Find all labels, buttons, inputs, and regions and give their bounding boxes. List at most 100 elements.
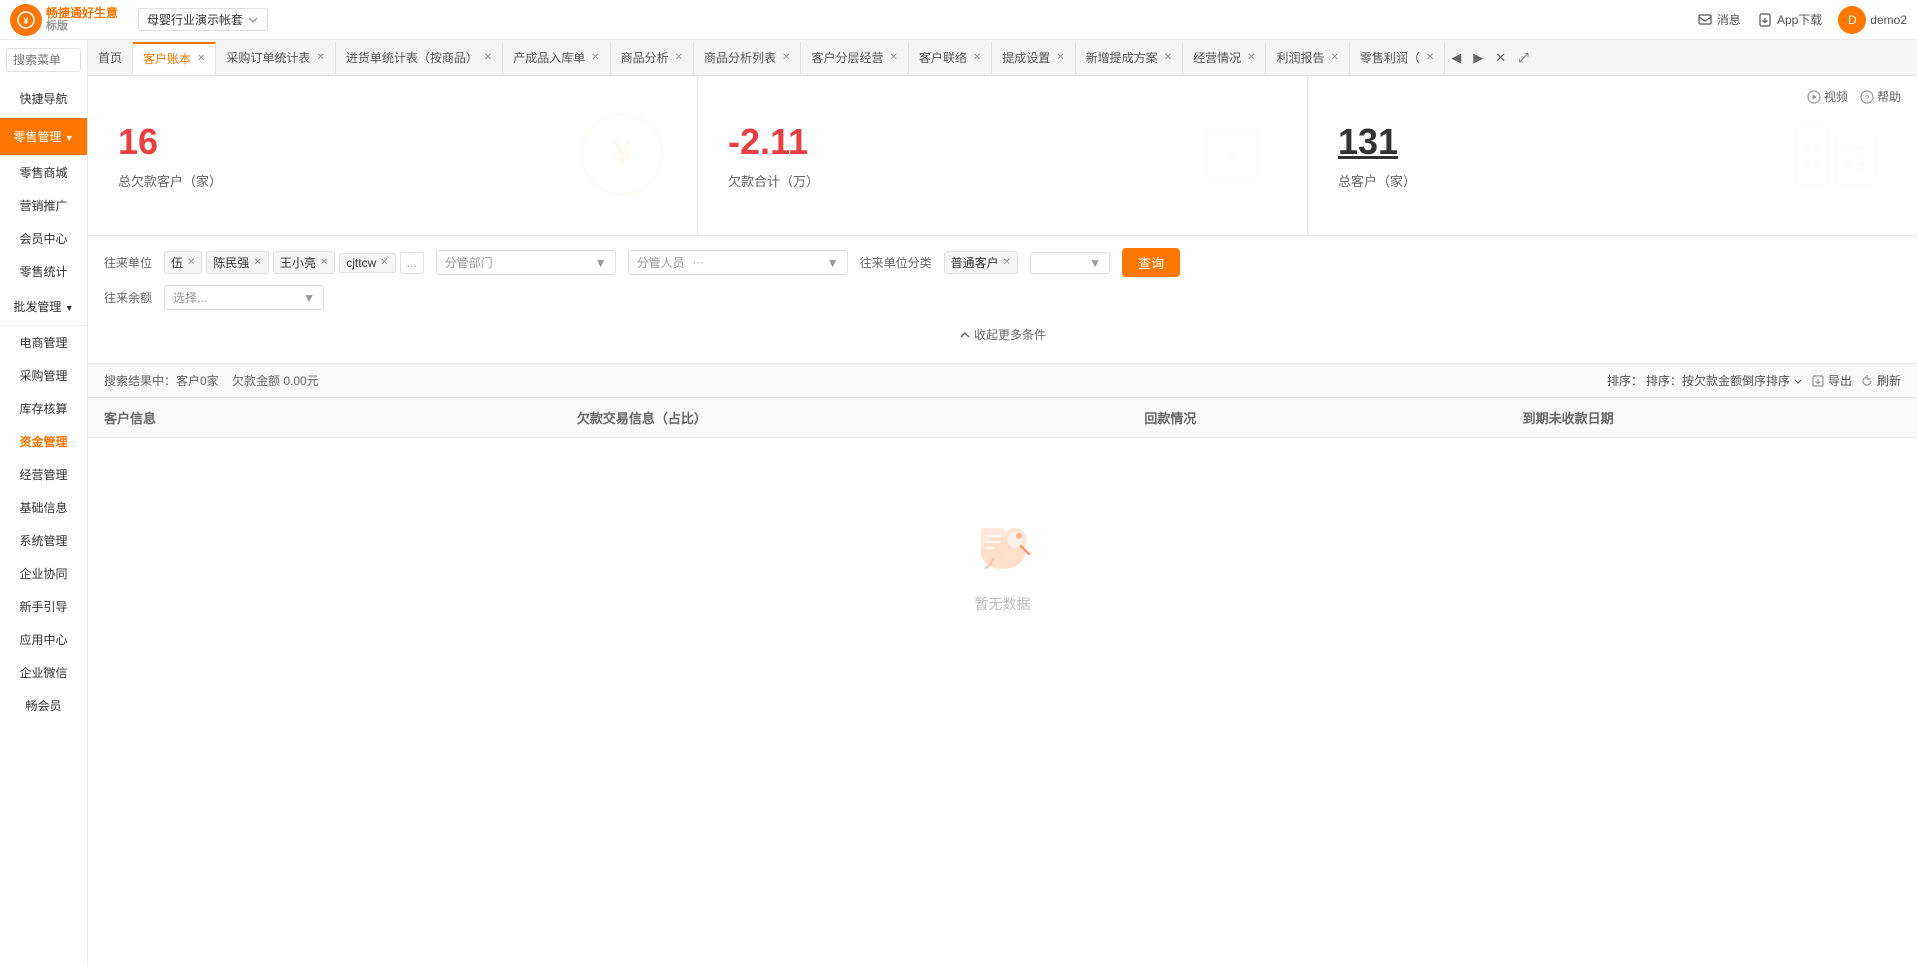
tab-incoming-stats[interactable]: 进货单统计表（按商品） ✕: [336, 42, 503, 74]
tab-close-profit[interactable]: ✕: [1331, 52, 1339, 63]
stat-bg-icon-2: +: [1187, 109, 1277, 202]
tab-close-boost-plan[interactable]: ✕: [1164, 52, 1172, 63]
svg-text:?: ?: [1865, 94, 1870, 103]
sort-button[interactable]: 排序： 排序：按欠款金额倒序排序: [1607, 372, 1803, 389]
svg-text:+: +: [1225, 140, 1239, 167]
video-link[interactable]: 视频: [1807, 88, 1848, 105]
filter-select-manager[interactable]: 分管人员 ··· ▼: [628, 250, 848, 275]
tab-customer-connect[interactable]: 客户联络 ✕: [909, 42, 992, 74]
search-input[interactable]: [6, 48, 81, 72]
sidebar-item-retail-mgmt[interactable]: 零售管理 ▼: [0, 118, 87, 156]
tab-close-retail-profit[interactable]: ✕: [1426, 52, 1434, 63]
sidebar-item-marketing[interactable]: 营销推广: [0, 189, 87, 222]
sidebar-item-purchase[interactable]: 采购管理: [0, 359, 87, 392]
sidebar-item-operation[interactable]: 经营管理: [0, 458, 87, 491]
sidebar-item-app-center[interactable]: 应用中心: [0, 623, 87, 656]
tab-close-all-btn[interactable]: ✕: [1489, 42, 1512, 74]
tab-boost-settings[interactable]: 提成设置 ✕: [992, 42, 1075, 74]
stat-value-total: 131: [1338, 121, 1416, 163]
message-btn[interactable]: 消息: [1697, 11, 1741, 28]
tab-operation-status[interactable]: 经营情况 ✕: [1183, 42, 1266, 74]
filter-label-unit-type: 往来单位分类: [860, 254, 932, 271]
filter-row-1: 往来单位 伍 ✕ 陈民强 ✕ 王小亮: [104, 248, 1901, 277]
app-container: ¥ 畅捷通好生意 标版 母婴行业演示帐套 消息 App下载 D: [0, 0, 1917, 966]
logo-icon: ¥: [10, 4, 42, 36]
tab-profit-report[interactable]: 利润报告 ✕: [1266, 42, 1349, 74]
stats-row: ¥ 16 总欠款客户（家） +: [88, 76, 1917, 236]
tab-home[interactable]: 首页: [88, 42, 133, 74]
sidebar-item-enterprise[interactable]: 企业协同: [0, 557, 87, 590]
collapse-button[interactable]: 收起更多条件: [959, 322, 1046, 347]
table-header-col-3: 回款情况: [1144, 408, 1522, 427]
stat-card-total: 视频 ? 帮助: [1308, 76, 1917, 235]
sidebar-item-quick-nav[interactable]: 快捷导航: [0, 80, 87, 118]
filter-tag-wu: 伍 ✕: [164, 251, 202, 274]
filter-tag-wang-close[interactable]: ✕: [320, 257, 328, 268]
stat-label-customers: 总欠款客户（家）: [118, 171, 222, 190]
sidebar-item-retail-stats[interactable]: 零售统计: [0, 255, 87, 288]
top-actions: 消息 App下载 D demo2: [1697, 6, 1907, 34]
sidebar-item-wholesale[interactable]: 批发管理 ▼: [0, 288, 87, 326]
tab-expand-btn[interactable]: ⤢: [1512, 42, 1534, 74]
filter-more-btn[interactable]: ...: [400, 252, 424, 274]
tab-close-product-list[interactable]: ✕: [782, 52, 790, 63]
sidebar-item-basic-info[interactable]: 基础信息: [0, 491, 87, 524]
tab-close-purchase[interactable]: ✕: [316, 52, 324, 63]
stat-bg-icon-3: [1787, 114, 1887, 197]
sidebar-item-member-center[interactable]: 会员中心: [0, 222, 87, 255]
tab-close-segment[interactable]: ✕: [889, 52, 897, 63]
filter-select-dept[interactable]: 分管部门 ▼: [436, 250, 616, 275]
tab-customer-book[interactable]: 客户账本 ✕: [133, 42, 216, 74]
tab-close-produce[interactable]: ✕: [591, 52, 599, 63]
top-bar: ¥ 畅捷通好生意 标版 母婴行业演示帐套 消息 App下载 D: [0, 0, 1917, 40]
tab-retail-profit[interactable]: 零售利润（ ✕: [1350, 42, 1445, 74]
tab-close-customer-book[interactable]: ✕: [197, 53, 205, 64]
tab-close-connect[interactable]: ✕: [973, 52, 981, 63]
tab-close-product-analysis[interactable]: ✕: [675, 52, 683, 63]
filter-tag-chen: 陈民强 ✕: [206, 251, 268, 274]
logo: ¥ 畅捷通好生意 标版: [10, 4, 118, 36]
tab-purchase-order-stats[interactable]: 采购订单统计表 ✕: [216, 42, 335, 74]
help-link[interactable]: ? 帮助: [1860, 88, 1901, 105]
sidebar-item-ecommerce[interactable]: 电商管理: [0, 326, 87, 359]
tab-prev-btn[interactable]: ◀: [1445, 42, 1467, 74]
sidebar-item-retail-store[interactable]: 零售商城: [0, 156, 87, 189]
sidebar-item-wechat[interactable]: 企业微信: [0, 656, 87, 689]
sidebar-item-vip[interactable]: 畅会员: [0, 689, 87, 722]
refresh-button[interactable]: 刷新: [1860, 372, 1901, 389]
tab-customer-segment[interactable]: 客户分层经营 ✕: [801, 42, 908, 74]
stat-label-debt: 欠款合计（万）: [728, 171, 819, 190]
svg-text:¥: ¥: [611, 131, 633, 172]
filter-tags-type: 普通客户 ✕: [944, 251, 1018, 274]
filter-collapse-row: 收起更多条件: [104, 318, 1901, 351]
query-button[interactable]: 查询: [1122, 248, 1180, 277]
filter-select-type-dropdown[interactable]: ▼: [1030, 252, 1110, 274]
account-dropdown[interactable]: 母婴行业演示帐套: [138, 8, 268, 31]
sidebar-item-system[interactable]: 系统管理: [0, 524, 87, 557]
filter-tag-chen-close[interactable]: ✕: [253, 257, 261, 268]
stat-info-2: -2.11 欠款合计（万）: [728, 121, 819, 190]
tab-product-analysis-list[interactable]: 商品分析列表 ✕: [694, 42, 801, 74]
app-download-btn[interactable]: App下载: [1757, 11, 1822, 28]
filter-tag-wu-close[interactable]: ✕: [187, 257, 195, 268]
tab-close-boost[interactable]: ✕: [1056, 52, 1064, 63]
user-avatar: D: [1838, 6, 1866, 34]
sidebar-item-capital[interactable]: 资金管理: [0, 425, 87, 458]
tab-close-incoming[interactable]: ✕: [484, 52, 492, 63]
sidebar-item-inventory[interactable]: 库存核算: [0, 392, 87, 425]
table-container: 客户信息 欠款交易信息（占比） 回款情况 到期未收款日期: [88, 398, 1917, 674]
tab-new-boost-plan[interactable]: 新增提成方案 ✕: [1076, 42, 1183, 74]
filter-tag-normal-customer: 普通客户 ✕: [944, 251, 1018, 274]
empty-text: 暂无数据: [975, 594, 1031, 614]
tab-next-btn[interactable]: ▶: [1467, 42, 1489, 74]
filter-tag-normal-close[interactable]: ✕: [1003, 257, 1011, 268]
filter-area: 往来单位 伍 ✕ 陈民强 ✕ 王小亮: [88, 236, 1917, 364]
filter-select-balance[interactable]: 选择... ▼: [164, 285, 324, 310]
filter-tag-cjttcw-close[interactable]: ✕: [380, 257, 388, 268]
tab-close-operation[interactable]: ✕: [1247, 52, 1255, 63]
tab-produce-inbound[interactable]: 产成品入库单 ✕: [503, 42, 610, 74]
tab-product-analysis[interactable]: 商品分析 ✕: [611, 42, 694, 74]
export-button[interactable]: 导出: [1811, 372, 1852, 389]
sidebar-item-new-guide[interactable]: 新手引导: [0, 590, 87, 623]
user-profile[interactable]: D demo2: [1838, 6, 1907, 34]
